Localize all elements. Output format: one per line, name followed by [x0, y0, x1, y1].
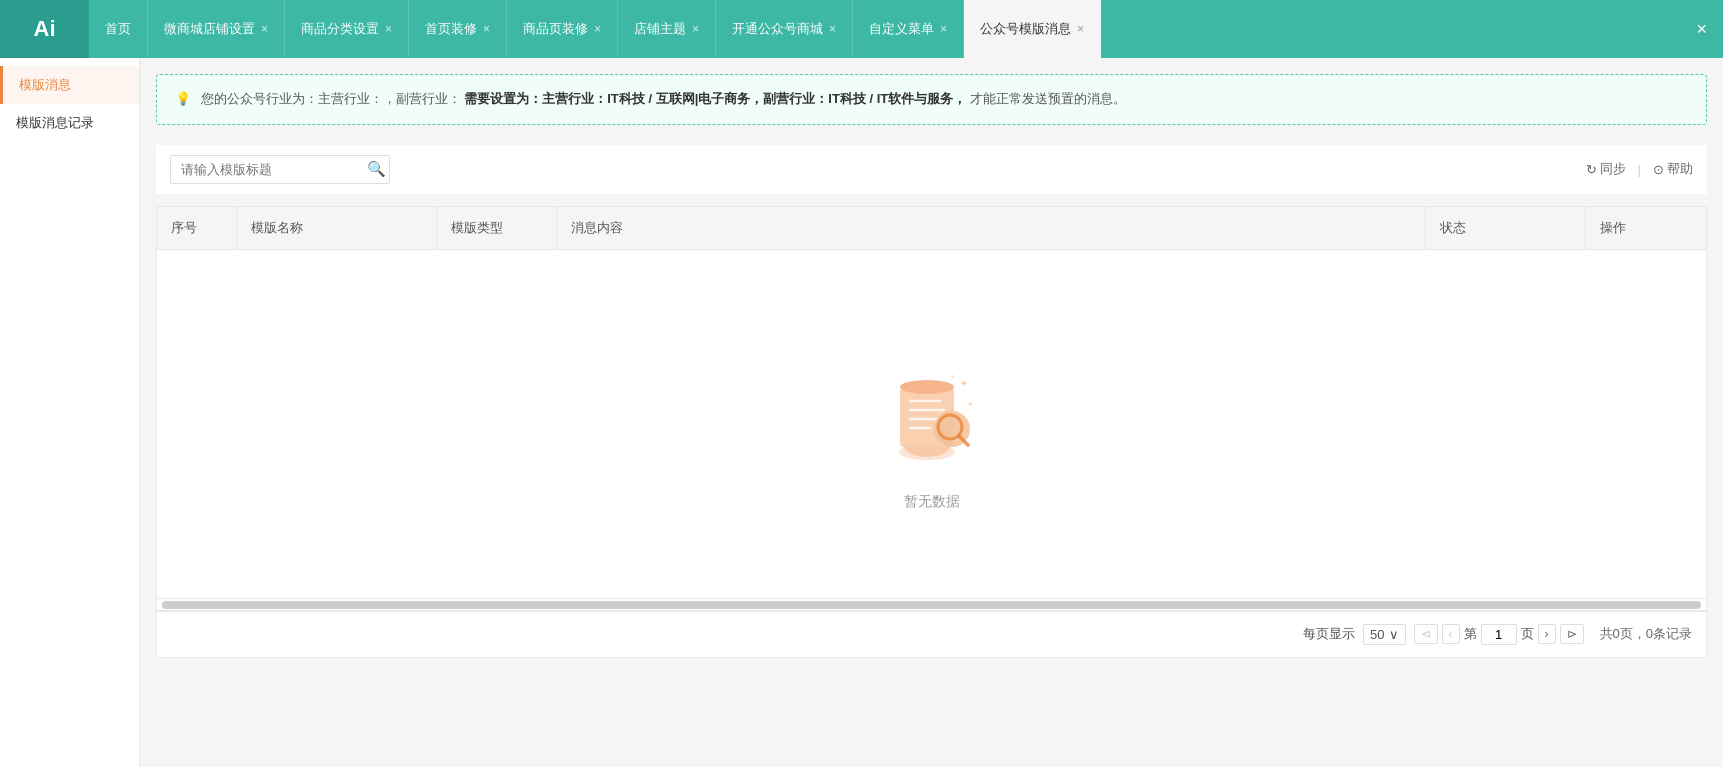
- pagination: 每页显示 50 ∨ ⊲ ‹ 第 页 › ⊳ 共0页，0条记录: [156, 611, 1707, 658]
- col-action: 操作: [1586, 207, 1706, 249]
- first-page-button[interactable]: ⊲: [1414, 624, 1438, 644]
- sync-button[interactable]: ↻ 同步: [1586, 160, 1626, 178]
- nav-tab-product-decor[interactable]: 商品页装修 ×: [507, 0, 618, 58]
- empty-text: 暂无数据: [904, 493, 960, 511]
- next-page-button[interactable]: ›: [1538, 624, 1556, 644]
- close-tab-wechat-shop[interactable]: ×: [261, 22, 268, 36]
- horizontal-scrollbar[interactable]: [156, 599, 1707, 611]
- nav-tab-custom-menu[interactable]: 自定义菜单 ×: [853, 0, 964, 58]
- nav-tab-shop-theme[interactable]: 店铺主题 ×: [618, 0, 716, 58]
- scrollbar-thumb[interactable]: [162, 601, 1701, 609]
- last-page-button[interactable]: ⊳: [1560, 624, 1584, 644]
- prev-page-button[interactable]: ‹: [1442, 624, 1460, 644]
- search-actions: ↻ 同步 | ⊙ 帮助: [1586, 160, 1693, 178]
- close-tab-custom-menu[interactable]: ×: [940, 22, 947, 36]
- svg-text:✦: ✦: [950, 373, 956, 380]
- close-tab-product-category[interactable]: ×: [385, 22, 392, 36]
- nav-tab-open-wechat[interactable]: 开通公众号商城 ×: [716, 0, 853, 58]
- table-header: 序号 模版名称 模版类型 消息内容 状态 操作: [156, 206, 1707, 249]
- sidebar-nav: 模版消息模版消息记录: [0, 66, 139, 142]
- close-tab-home-decor[interactable]: ×: [483, 22, 490, 36]
- top-navigation: Ai 首页微商城店铺设置 ×商品分类设置 ×首页装修 ×商品页装修 ×店铺主题 …: [0, 0, 1723, 58]
- col-content: 消息内容: [557, 207, 1426, 249]
- table-container: 序号 模版名称 模版类型 消息内容 状态 操作: [156, 206, 1707, 658]
- banner-suffix: 才能正常发送预置的消息。: [970, 91, 1126, 106]
- help-button[interactable]: ⊙ 帮助: [1653, 160, 1693, 178]
- sidebar-item-template-msg-log[interactable]: 模版消息记录: [0, 104, 139, 142]
- help-icon: ⊙: [1653, 162, 1664, 177]
- empty-state: ✦ ✦ ✦ 暂无数据: [872, 317, 992, 531]
- action-divider: |: [1638, 162, 1641, 177]
- search-input-wrapper: 🔍: [170, 155, 390, 184]
- close-tab-shop-theme[interactable]: ×: [692, 22, 699, 36]
- nav-tab-template-msg[interactable]: 公众号模版消息 ×: [964, 0, 1101, 58]
- close-tab-template-msg[interactable]: ×: [1077, 22, 1084, 36]
- page-size-value: 50: [1370, 627, 1384, 642]
- sync-icon: ↻: [1586, 162, 1597, 177]
- svg-text:✦: ✦: [967, 400, 974, 409]
- banner-prefix: 您的公众号行业为：主营行业：，副营行业：: [201, 91, 461, 106]
- page-unit: 页: [1521, 625, 1534, 643]
- page-size-select[interactable]: 50 ∨: [1363, 624, 1405, 645]
- page-navigation: ⊲ ‹ 第 页 › ⊳: [1414, 624, 1584, 645]
- nav-tab-wechat-shop[interactable]: 微商城店铺设置 ×: [148, 0, 285, 58]
- page-number-input[interactable]: [1481, 624, 1517, 645]
- sidebar: 模版消息模版消息记录: [0, 58, 140, 767]
- search-bar: 🔍 ↻ 同步 | ⊙ 帮助: [156, 145, 1707, 194]
- app-logo: Ai: [0, 0, 89, 58]
- table-body: ✦ ✦ ✦ 暂无数据: [156, 249, 1707, 599]
- col-name: 模版名称: [237, 207, 437, 249]
- info-banner: 💡 您的公众号行业为：主营行业：，副营行业： 需要设置为：主营行业：IT科技 /…: [156, 74, 1707, 125]
- close-tab-product-decor[interactable]: ×: [594, 22, 601, 36]
- nav-tab-home[interactable]: 首页: [89, 0, 148, 58]
- svg-point-2: [900, 380, 954, 394]
- search-button[interactable]: 🔍: [359, 156, 390, 182]
- close-all-button[interactable]: ×: [1680, 19, 1723, 40]
- main-content: 💡 您的公众号行业为：主营行业：，副营行业： 需要设置为：主营行业：IT科技 /…: [140, 58, 1723, 767]
- help-label: 帮助: [1667, 160, 1693, 178]
- nav-tab-product-category[interactable]: 商品分类设置 ×: [285, 0, 409, 58]
- bulb-icon: 💡: [175, 91, 191, 106]
- nav-tabs: 首页微商城店铺设置 ×商品分类设置 ×首页装修 ×商品页装修 ×店铺主题 ×开通…: [89, 0, 1680, 58]
- nav-tab-home-decor[interactable]: 首页装修 ×: [409, 0, 507, 58]
- page-size-label: 每页显示: [1303, 625, 1355, 643]
- svg-text:✦: ✦: [960, 378, 968, 389]
- page-prefix: 第: [1464, 625, 1477, 643]
- close-tab-open-wechat[interactable]: ×: [829, 22, 836, 36]
- sidebar-item-template-msg[interactable]: 模版消息: [0, 66, 139, 104]
- search-input[interactable]: [171, 156, 359, 183]
- col-status: 状态: [1426, 207, 1586, 249]
- empty-illustration: ✦ ✦ ✦: [872, 357, 992, 477]
- col-type: 模版类型: [437, 207, 557, 249]
- banner-highlight: 需要设置为：主营行业：IT科技 / 互联网|电子商务，副营行业：IT科技 / I…: [464, 91, 966, 106]
- sync-label: 同步: [1600, 160, 1626, 178]
- col-seq: 序号: [157, 207, 237, 249]
- chevron-down-icon: ∨: [1389, 627, 1399, 642]
- page-layout: 模版消息模版消息记录 💡 您的公众号行业为：主营行业：，副营行业： 需要设置为：…: [0, 58, 1723, 767]
- total-info: 共0页，0条记录: [1600, 625, 1692, 643]
